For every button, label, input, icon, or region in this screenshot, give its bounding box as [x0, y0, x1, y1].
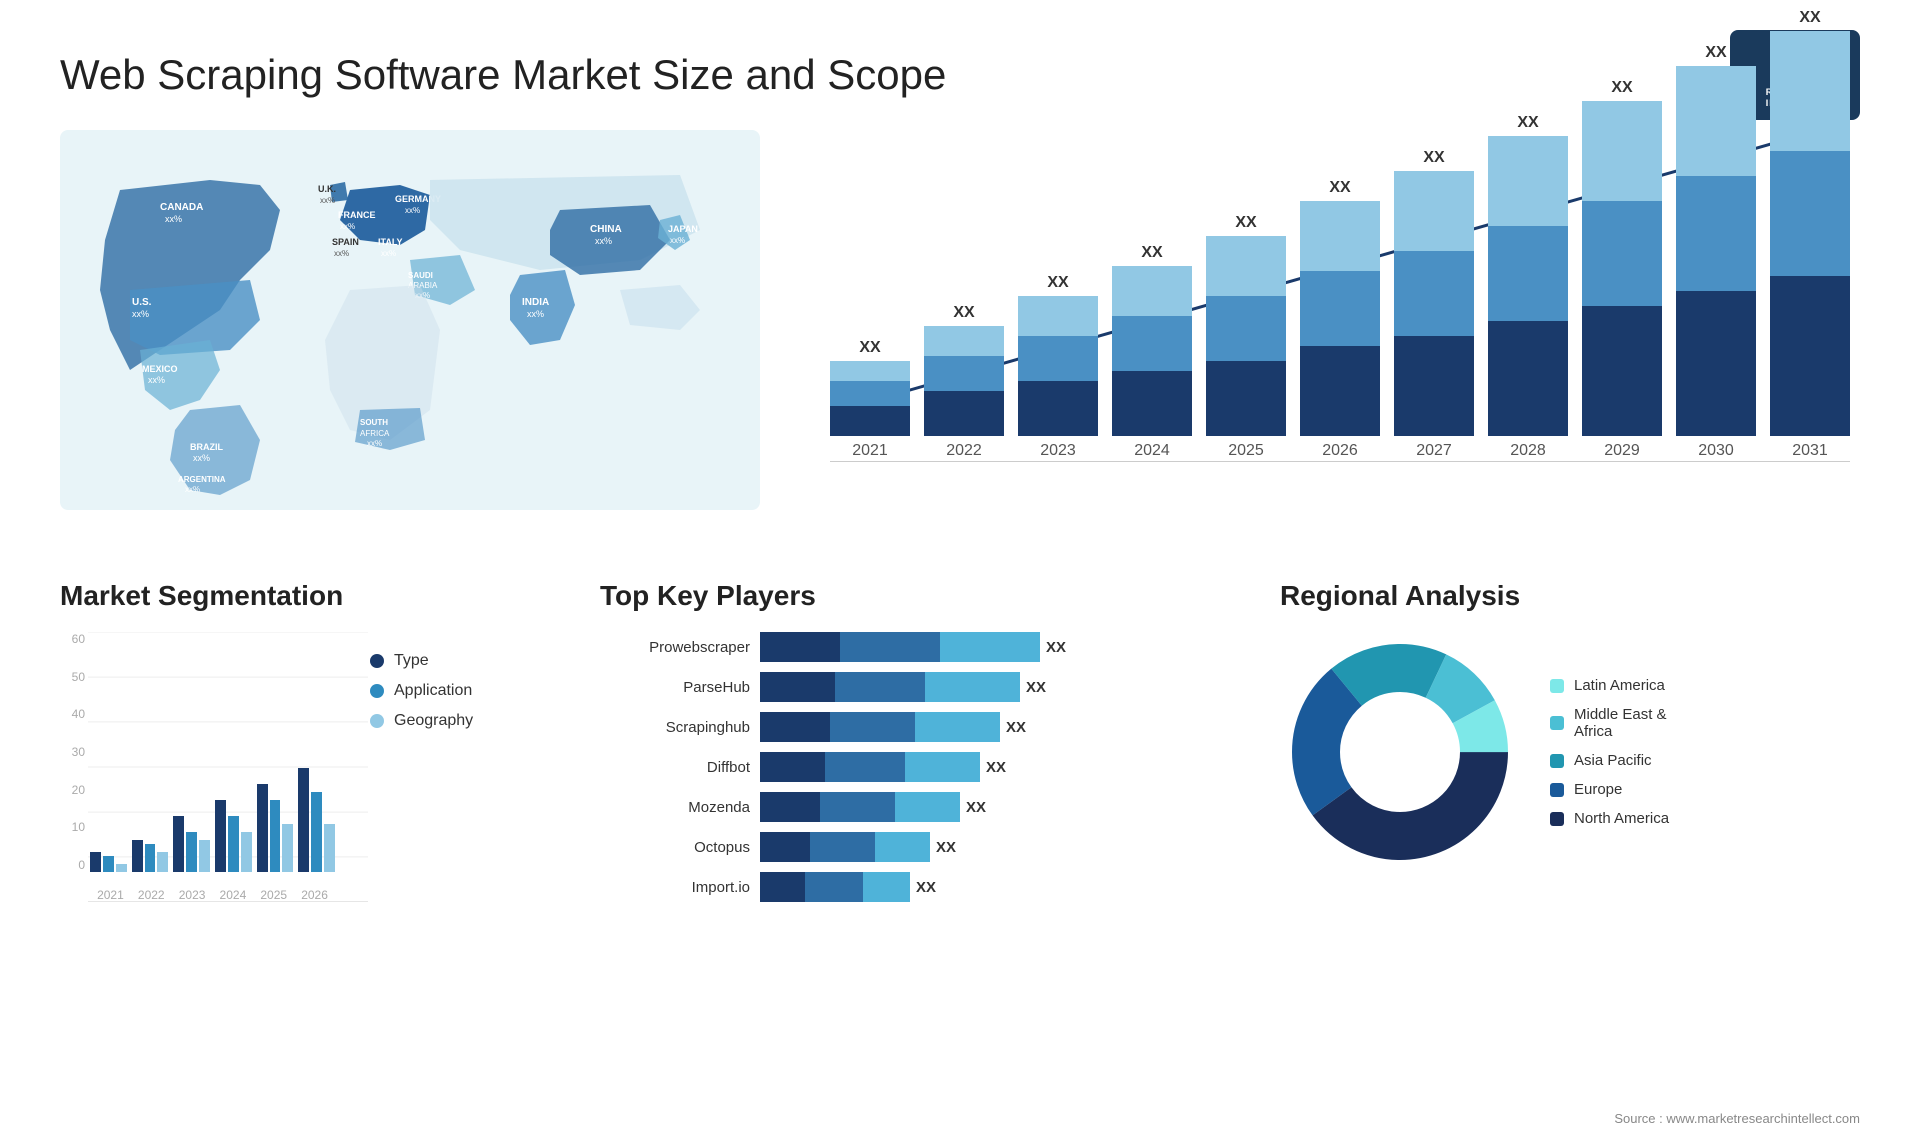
- world-map: CANADA xx% U.S. xx% MEXICO xx% BRAZIL xx…: [60, 130, 760, 510]
- legend-europe-dot: [1550, 783, 1564, 797]
- svg-text:xx%: xx%: [381, 249, 396, 258]
- legend-geography: Geography: [370, 712, 473, 730]
- bar-2030: XX 2030: [1676, 44, 1756, 460]
- svg-text:xx%: xx%: [185, 485, 200, 494]
- svg-text:xx%: xx%: [320, 196, 335, 205]
- seg-bars: [90, 632, 335, 872]
- svg-text:JAPAN: JAPAN: [668, 224, 698, 234]
- bar-2025: XX 2025: [1206, 214, 1286, 460]
- svg-text:ARGENTINA: ARGENTINA: [178, 475, 226, 484]
- svg-text:xx%: xx%: [334, 249, 349, 258]
- svg-text:CANADA: CANADA: [160, 202, 203, 213]
- segmentation-title: Market Segmentation: [60, 580, 500, 612]
- legend-north-america: North America: [1550, 810, 1669, 827]
- svg-text:xx%: xx%: [340, 222, 355, 231]
- svg-text:SOUTH: SOUTH: [360, 418, 388, 427]
- svg-text:SAUDI: SAUDI: [408, 271, 433, 280]
- legend-middle-east-dot: [1550, 716, 1564, 730]
- svg-text:xx%: xx%: [367, 439, 382, 448]
- bar-2028: XX 2028: [1488, 114, 1568, 460]
- bar-2029: XX 2029: [1582, 79, 1662, 460]
- regional-legend: Latin America Middle East &Africa Asia P…: [1550, 677, 1669, 827]
- legend-type: Type: [370, 652, 473, 670]
- legend-latin-america-dot: [1550, 679, 1564, 693]
- source-text: Source : www.marketresearchintellect.com: [1614, 1111, 1860, 1126]
- svg-text:xx%: xx%: [595, 236, 612, 246]
- seg-legend: Type Application Geography: [370, 632, 473, 730]
- svg-text:CHINA: CHINA: [590, 224, 622, 235]
- bottom-section: Market Segmentation 60 50 40 30 20 10 0: [0, 560, 1920, 1146]
- legend-middle-east: Middle East &Africa: [1550, 706, 1669, 740]
- legend-geo-dot: [370, 714, 384, 728]
- svg-text:AFRICA: AFRICA: [360, 429, 390, 438]
- donut-area: Latin America Middle East &Africa Asia P…: [1280, 632, 1880, 872]
- svg-text:xx%: xx%: [148, 375, 165, 385]
- svg-text:xx%: xx%: [193, 453, 210, 463]
- svg-text:xx%: xx%: [132, 309, 149, 319]
- bar-2022: XX 2022: [924, 304, 1004, 460]
- growth-chart: XX 2021 XX 2022 XX: [800, 100, 1860, 530]
- bar-chart-bars: XX 2021 XX 2022 XX: [830, 160, 1850, 460]
- legend-type-dot: [370, 654, 384, 668]
- map-svg: CANADA xx% U.S. xx% MEXICO xx% BRAZIL xx…: [60, 130, 760, 510]
- svg-text:INDIA: INDIA: [522, 297, 549, 308]
- regional-title: Regional Analysis: [1280, 580, 1880, 612]
- regional-section: Regional Analysis Lati: [1240, 560, 1920, 1146]
- donut-chart: [1280, 632, 1520, 872]
- svg-text:MEXICO: MEXICO: [142, 364, 178, 374]
- players-section: Top Key Players Prowebscraper XX ParseHu…: [560, 560, 1240, 1146]
- legend-latin-america: Latin America: [1550, 677, 1669, 694]
- player-mozenda: Mozenda XX: [600, 792, 1200, 822]
- legend-asia-pacific-dot: [1550, 754, 1564, 768]
- seg-x-axis: 2021 2022 2023 2024 2025 2026: [90, 888, 335, 902]
- legend-app-dot: [370, 684, 384, 698]
- legend-europe: Europe: [1550, 781, 1669, 798]
- legend-asia-pacific: Asia Pacific: [1550, 752, 1669, 769]
- player-octopus: Octopus XX: [600, 832, 1200, 862]
- players-chart: Prowebscraper XX ParseHub: [600, 632, 1200, 902]
- svg-text:U.K.: U.K.: [318, 184, 336, 194]
- player-scrapinghub: Scrapinghub XX: [600, 712, 1200, 742]
- bar-2027: XX 2027: [1394, 149, 1474, 460]
- player-importio: Import.io XX: [600, 872, 1200, 902]
- svg-text:U.S.: U.S.: [132, 297, 152, 308]
- seg-y-axis: 60 50 40 30 20 10 0: [60, 632, 85, 872]
- bar-2031: XX 2031: [1770, 9, 1850, 460]
- svg-text:xx%: xx%: [405, 206, 420, 215]
- legend-north-america-dot: [1550, 812, 1564, 826]
- bar-2024: XX 2024: [1112, 244, 1192, 460]
- legend-application: Application: [370, 682, 473, 700]
- svg-text:xx%: xx%: [527, 309, 544, 319]
- player-diffbot: Diffbot XX: [600, 752, 1200, 782]
- svg-text:xx%: xx%: [670, 236, 685, 245]
- player-prowebscraper: Prowebscraper XX: [600, 632, 1200, 662]
- players-title: Top Key Players: [600, 580, 1200, 612]
- bar-2021: XX 2021: [830, 339, 910, 460]
- page-title: Web Scraping Software Market Size and Sc…: [60, 51, 946, 99]
- bar-2026: XX 2026: [1300, 179, 1380, 460]
- svg-text:SPAIN: SPAIN: [332, 237, 359, 247]
- svg-text:FRANCE: FRANCE: [338, 210, 376, 220]
- segmentation-section: Market Segmentation 60 50 40 30 20 10 0: [0, 560, 560, 1146]
- svg-text:BRAZIL: BRAZIL: [190, 442, 223, 452]
- svg-text:xx%: xx%: [165, 214, 182, 224]
- svg-text:ITALY: ITALY: [378, 237, 403, 247]
- bar-2023: XX 2023: [1018, 274, 1098, 460]
- player-parsehub: ParseHub XX: [600, 672, 1200, 702]
